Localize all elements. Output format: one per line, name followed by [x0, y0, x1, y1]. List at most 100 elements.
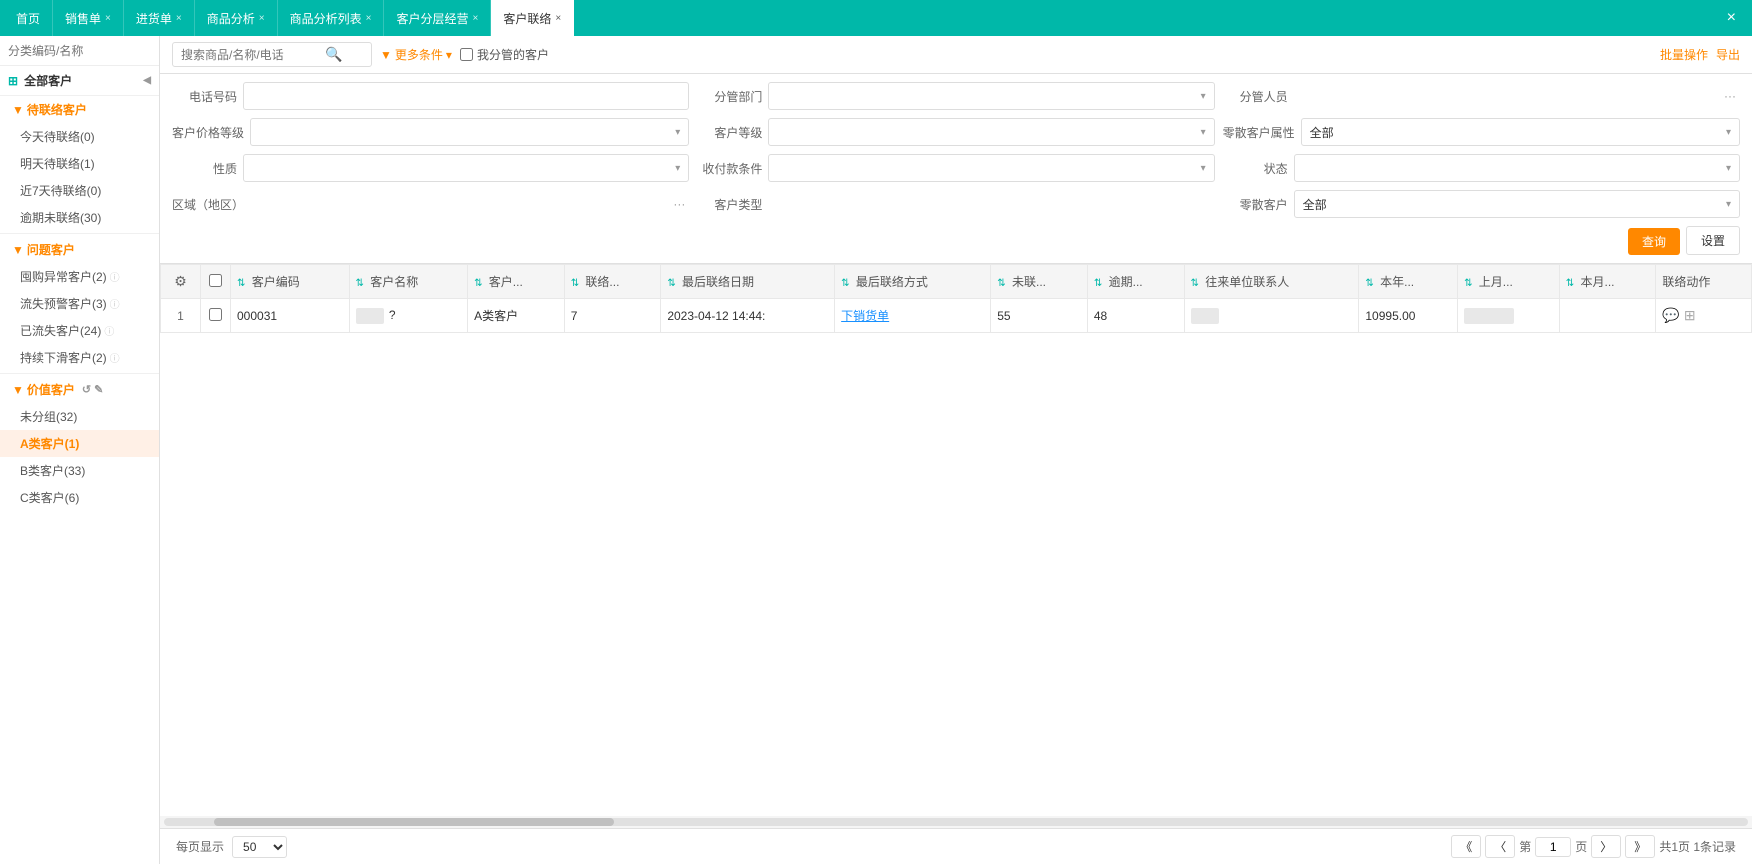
- group-problem-customers[interactable]: ▼ 问题客户: [0, 236, 159, 263]
- sort-icon-year[interactable]: ⇅: [1365, 278, 1373, 289]
- customertype-select[interactable]: [768, 190, 1214, 218]
- nav-customer-contact[interactable]: 客户联络 ×: [491, 0, 574, 36]
- nav-purchase[interactable]: 进货单 ×: [124, 0, 195, 36]
- qr-icon[interactable]: ⊞: [1684, 307, 1696, 324]
- scroll-thumb[interactable]: [214, 818, 614, 826]
- payment-select[interactable]: ▾: [768, 154, 1214, 182]
- sidebar-item-overdue-contact[interactable]: 逾期未联络(30): [0, 204, 159, 231]
- sidebar-item-b-class[interactable]: B类客户(33): [0, 457, 159, 484]
- sidebar-item-7day-contact[interactable]: 近7天待联络(0): [0, 177, 159, 204]
- manager-select[interactable]: [1294, 82, 1714, 110]
- status-select[interactable]: ▾: [1294, 154, 1740, 182]
- select-all-checkbox[interactable]: [209, 274, 222, 287]
- retail-label: 零散客户: [1223, 196, 1288, 213]
- table-header: ⚙ ⇅ 客户编码 ⇅ 客户名称: [161, 265, 1752, 299]
- page-input[interactable]: [1535, 837, 1571, 857]
- sort-icon-unlink[interactable]: ⇅: [997, 278, 1005, 289]
- nav-product-analysis[interactable]: 商品分析 ×: [195, 0, 278, 36]
- nav-customer-contact-close[interactable]: ×: [555, 13, 561, 24]
- filter-more-button[interactable]: ▼ 更多条件 ▾: [380, 46, 452, 63]
- sidebar-item-ungroup[interactable]: 未分组(32): [0, 403, 159, 430]
- refresh-icon[interactable]: ↺: [82, 383, 91, 396]
- sort-icon-name[interactable]: ⇅: [356, 278, 364, 289]
- nav-sales-close[interactable]: ×: [105, 13, 111, 24]
- last-page-button[interactable]: 》: [1625, 835, 1655, 858]
- retail-attr-select[interactable]: 全部 ▾: [1301, 118, 1740, 146]
- nav-purchase-close[interactable]: ×: [176, 13, 182, 24]
- customertype-label: 客户类型: [697, 196, 762, 213]
- sort-icon-method[interactable]: ⇅: [841, 278, 849, 289]
- my-customers-checkbox[interactable]: 我分管的客户: [460, 46, 549, 63]
- next-page-button[interactable]: 〉: [1591, 835, 1621, 858]
- nav-product-list-close[interactable]: ×: [366, 13, 372, 24]
- col-contact-count: ⇅ 联络...: [564, 265, 661, 299]
- page-size-select[interactable]: 50 100 200: [232, 836, 287, 858]
- total-info: 共1页 1条记录: [1659, 838, 1736, 855]
- sort-icon-lastmonth[interactable]: ⇅: [1464, 278, 1472, 289]
- info-icon-4: ⓘ: [110, 350, 120, 365]
- horizontal-scrollbar[interactable]: [160, 816, 1752, 828]
- sidebar-search-input[interactable]: [8, 44, 160, 58]
- sort-icon-person[interactable]: ⇅: [1191, 278, 1199, 289]
- filter-search-input[interactable]: [181, 48, 321, 62]
- prev-page-button[interactable]: 〈: [1485, 835, 1515, 858]
- contact-person-placeholder: [1191, 308, 1219, 324]
- filter-search-icon[interactable]: 🔍: [325, 46, 342, 63]
- nav-home[interactable]: 首页: [8, 0, 53, 36]
- sidebar-item-abnormal[interactable]: 囤购异常客户(2) ⓘ: [0, 263, 159, 290]
- row-last-month: [1458, 299, 1560, 333]
- col-level: ⇅ 客户...: [468, 265, 565, 299]
- group-value-customers[interactable]: ▼ 价值客户 ↺ ✎: [0, 376, 159, 403]
- sidebar-item-c-class[interactable]: C类客户(6): [0, 484, 159, 511]
- sidebar-item-churn-warning[interactable]: 流失预警客户(3) ⓘ: [0, 290, 159, 317]
- first-page-button[interactable]: 《: [1451, 835, 1481, 858]
- row-checkbox[interactable]: [209, 308, 222, 321]
- filter-row-region: 区域（地区） ···: [172, 190, 689, 218]
- filter-row-customertype: 客户类型: [697, 190, 1214, 218]
- nav-customer-layer[interactable]: 客户分层经营 ×: [384, 0, 491, 36]
- my-customers-check[interactable]: [460, 48, 473, 61]
- sort-icon-date[interactable]: ⇅: [667, 278, 675, 289]
- row-actions: 💬 ⊞: [1656, 299, 1752, 333]
- customerlevel-select[interactable]: ▾: [768, 118, 1214, 146]
- chat-icon[interactable]: 💬: [1662, 307, 1679, 324]
- nav-customer-layer-close[interactable]: ×: [472, 13, 478, 24]
- filter-row-status: 状态 ▾: [1223, 154, 1740, 182]
- sidebar-item-declining[interactable]: 持续下滑客户(2) ⓘ: [0, 344, 159, 371]
- sidebar-item-tomorrow-contact[interactable]: 明天待联络(1): [0, 150, 159, 177]
- nav-product-list[interactable]: 商品分析列表 ×: [278, 0, 385, 36]
- nav-product-analysis-close[interactable]: ×: [259, 13, 265, 24]
- all-customers-header[interactable]: ⊞ 全部客户 ◀: [0, 66, 159, 96]
- col-overdue: ⇅ 逾期...: [1087, 265, 1184, 299]
- sidebar-item-today-contact[interactable]: 今天待联络(0): [0, 123, 159, 150]
- sidebar-item-churned[interactable]: 已流失客户(24) ⓘ: [0, 317, 159, 344]
- window-close-button[interactable]: ×: [1719, 9, 1744, 27]
- sidebar-collapse-icon[interactable]: ◀: [143, 75, 151, 86]
- dept-select[interactable]: ▾: [768, 82, 1214, 110]
- contact-method-link[interactable]: 下销货单: [841, 309, 889, 323]
- retail-select[interactable]: 全部 ▾: [1294, 190, 1740, 218]
- query-button[interactable]: 查询: [1628, 228, 1680, 255]
- group-pending-contact[interactable]: ▼ 待联络客户: [0, 96, 159, 123]
- pricelevel-select[interactable]: ▾: [250, 118, 689, 146]
- settings-button[interactable]: 设置: [1686, 226, 1740, 255]
- nature-select[interactable]: ▾: [243, 154, 689, 182]
- table-settings-icon[interactable]: ⚙: [174, 273, 187, 289]
- export-button[interactable]: 导出: [1716, 46, 1740, 63]
- col-code: ⇅ 客户编码: [231, 265, 350, 299]
- phone-input[interactable]: [243, 82, 689, 110]
- sort-icon-contact[interactable]: ⇅: [571, 278, 579, 289]
- batch-operation-button[interactable]: 批量操作: [1660, 46, 1708, 63]
- pricelevel-label: 客户价格等级: [172, 124, 244, 141]
- region-select[interactable]: [250, 190, 663, 218]
- sort-icon-overdue[interactable]: ⇅: [1094, 278, 1102, 289]
- edit-icon[interactable]: ✎: [94, 383, 103, 396]
- filter-search-box: 🔍: [172, 42, 372, 67]
- sort-icon-level[interactable]: ⇅: [474, 278, 482, 289]
- sidebar-item-a-class[interactable]: A类客户(1): [0, 430, 159, 457]
- region-dots[interactable]: ···: [669, 197, 689, 211]
- sort-icon-code[interactable]: ⇅: [237, 278, 245, 289]
- sort-icon-curmonth[interactable]: ⇅: [1566, 278, 1574, 289]
- manager-dots[interactable]: ···: [1720, 89, 1740, 103]
- nav-sales[interactable]: 销售单 ×: [53, 0, 124, 36]
